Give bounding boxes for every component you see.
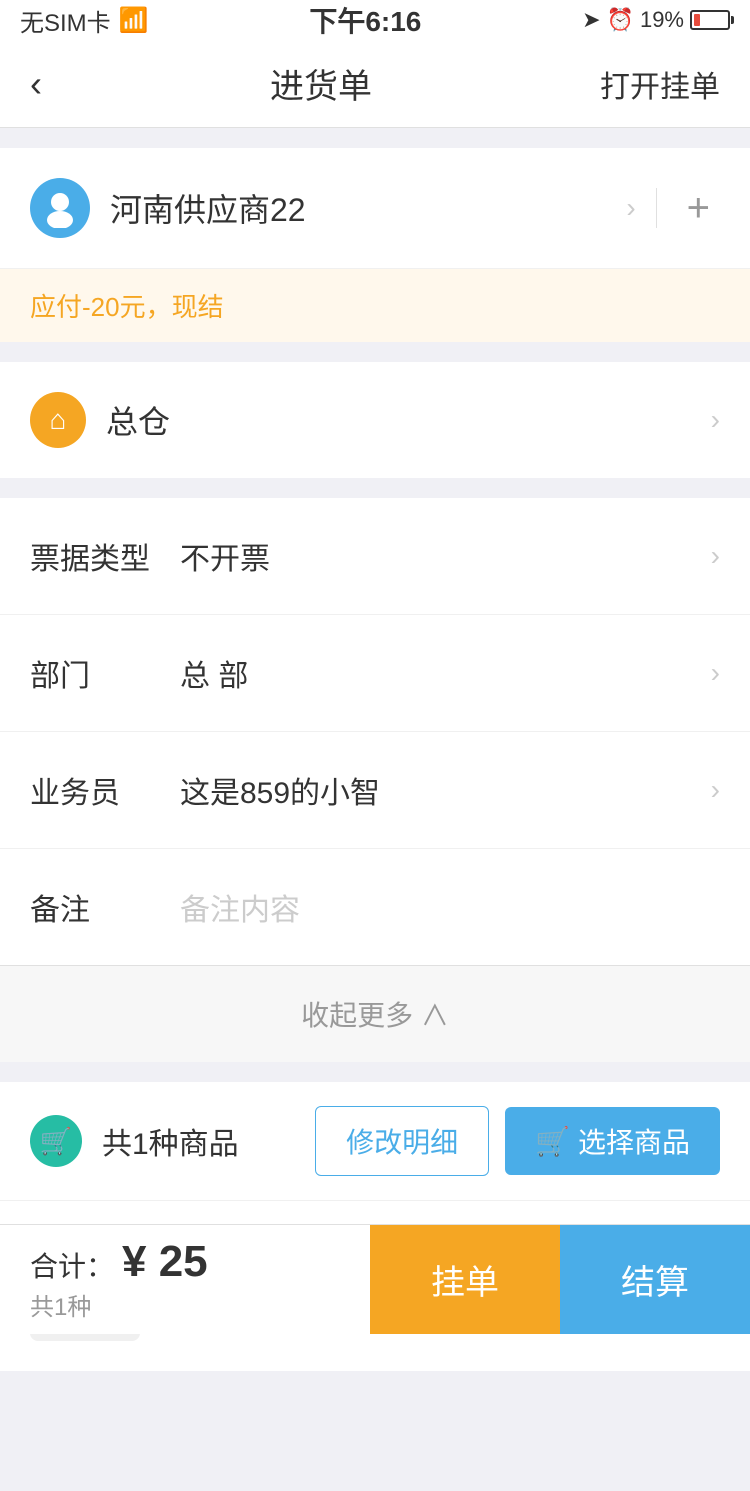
salesman-row[interactable]: 业务员 这是859的小智 › — [0, 732, 750, 849]
select-product-cart-icon: 🛒 — [535, 1125, 570, 1158]
location-icon: ➤ — [582, 7, 600, 33]
total-section: 合计： ¥ 25 共1种 — [0, 1225, 370, 1334]
total-amount: ¥ 25 — [122, 1237, 208, 1287]
checkout-button[interactable]: 结算 — [560, 1225, 750, 1334]
salesman-value: 这是859的小智 — [180, 768, 711, 812]
add-supplier-button[interactable]: + — [677, 186, 720, 231]
form-section: 票据类型 不开票 › 部门 总 部 › 业务员 这是859的小智 › 备注 备注… — [0, 498, 750, 965]
product-header: 🛒 共1种商品 修改明细 🛒 选择商品 — [0, 1082, 750, 1201]
hang-button[interactable]: 挂单 — [370, 1225, 560, 1334]
total-row: 合计： ¥ 25 — [30, 1237, 340, 1287]
ticket-type-label: 票据类型 — [30, 534, 180, 578]
total-label: 合计： — [30, 1245, 114, 1285]
open-pending-button[interactable]: 打开挂单 — [600, 62, 720, 106]
ticket-type-row[interactable]: 票据类型 不开票 › — [0, 498, 750, 615]
select-product-label: 选择商品 — [578, 1121, 690, 1161]
carrier-text: 无SIM卡 — [20, 3, 111, 38]
supplier-info-banner: 应付-20元，现结 — [0, 269, 750, 342]
divider — [656, 188, 657, 228]
nav-bar: ‹ 进货单 打开挂单 — [0, 40, 750, 128]
status-left: 无SIM卡 📶 — [20, 3, 149, 38]
status-bar: 无SIM卡 📶 下午6:16 ➤ ⏰ 19% — [0, 0, 750, 40]
battery-icon — [690, 10, 730, 30]
status-time: 下午6:16 — [309, 0, 421, 40]
wifi-icon: 📶 — [119, 6, 149, 35]
avatar — [30, 178, 90, 238]
alarm-icon: ⏰ — [607, 7, 634, 33]
cart-icon: 🛒 — [30, 1115, 82, 1167]
salesman-label: 业务员 — [30, 768, 180, 812]
modify-detail-button[interactable]: 修改明细 — [315, 1106, 489, 1176]
warehouse-chevron-icon: › — [711, 404, 720, 436]
status-right: ➤ ⏰ 19% — [582, 7, 730, 33]
warehouse-name: 总仓 — [106, 397, 711, 443]
count-label: 共1种 — [30, 1294, 91, 1321]
supplier-section: 河南供应商22 › + 应付-20元，现结 — [0, 148, 750, 342]
department-value: 总 部 — [180, 651, 711, 695]
supplier-chevron-icon: › — [626, 192, 635, 224]
department-row[interactable]: 部门 总 部 › — [0, 615, 750, 732]
ticket-type-value: 不开票 — [180, 534, 711, 578]
cart-emoji-icon: 🛒 — [40, 1126, 72, 1157]
department-chevron-icon: › — [711, 657, 720, 689]
product-count: 共1种商品 — [102, 1119, 315, 1163]
collapse-button[interactable]: 收起更多 ∧ — [0, 965, 750, 1062]
salesman-chevron-icon: › — [711, 774, 720, 806]
warehouse-section: ⌂ 总仓 › — [0, 362, 750, 478]
remark-label: 备注 — [30, 885, 180, 929]
warehouse-row[interactable]: ⌂ 总仓 › — [0, 362, 750, 478]
total-count: 共1种 — [30, 1287, 340, 1322]
page-title: 进货单 — [270, 59, 372, 108]
select-product-button[interactable]: 🛒 选择商品 — [505, 1107, 720, 1175]
supplier-row[interactable]: 河南供应商22 › + — [0, 148, 750, 269]
back-button[interactable]: ‹ — [30, 63, 42, 105]
bottom-bar: 合计： ¥ 25 共1种 挂单 结算 — [0, 1224, 750, 1334]
remark-input[interactable]: 备注内容 — [180, 885, 720, 929]
battery-percentage: 19% — [640, 7, 684, 33]
department-label: 部门 — [30, 651, 180, 695]
remark-row[interactable]: 备注 备注内容 — [0, 849, 750, 965]
supplier-name: 河南供应商22 — [110, 185, 626, 231]
house-icon: ⌂ — [50, 404, 67, 436]
warehouse-icon: ⌂ — [30, 392, 86, 448]
ticket-type-chevron-icon: › — [711, 540, 720, 572]
